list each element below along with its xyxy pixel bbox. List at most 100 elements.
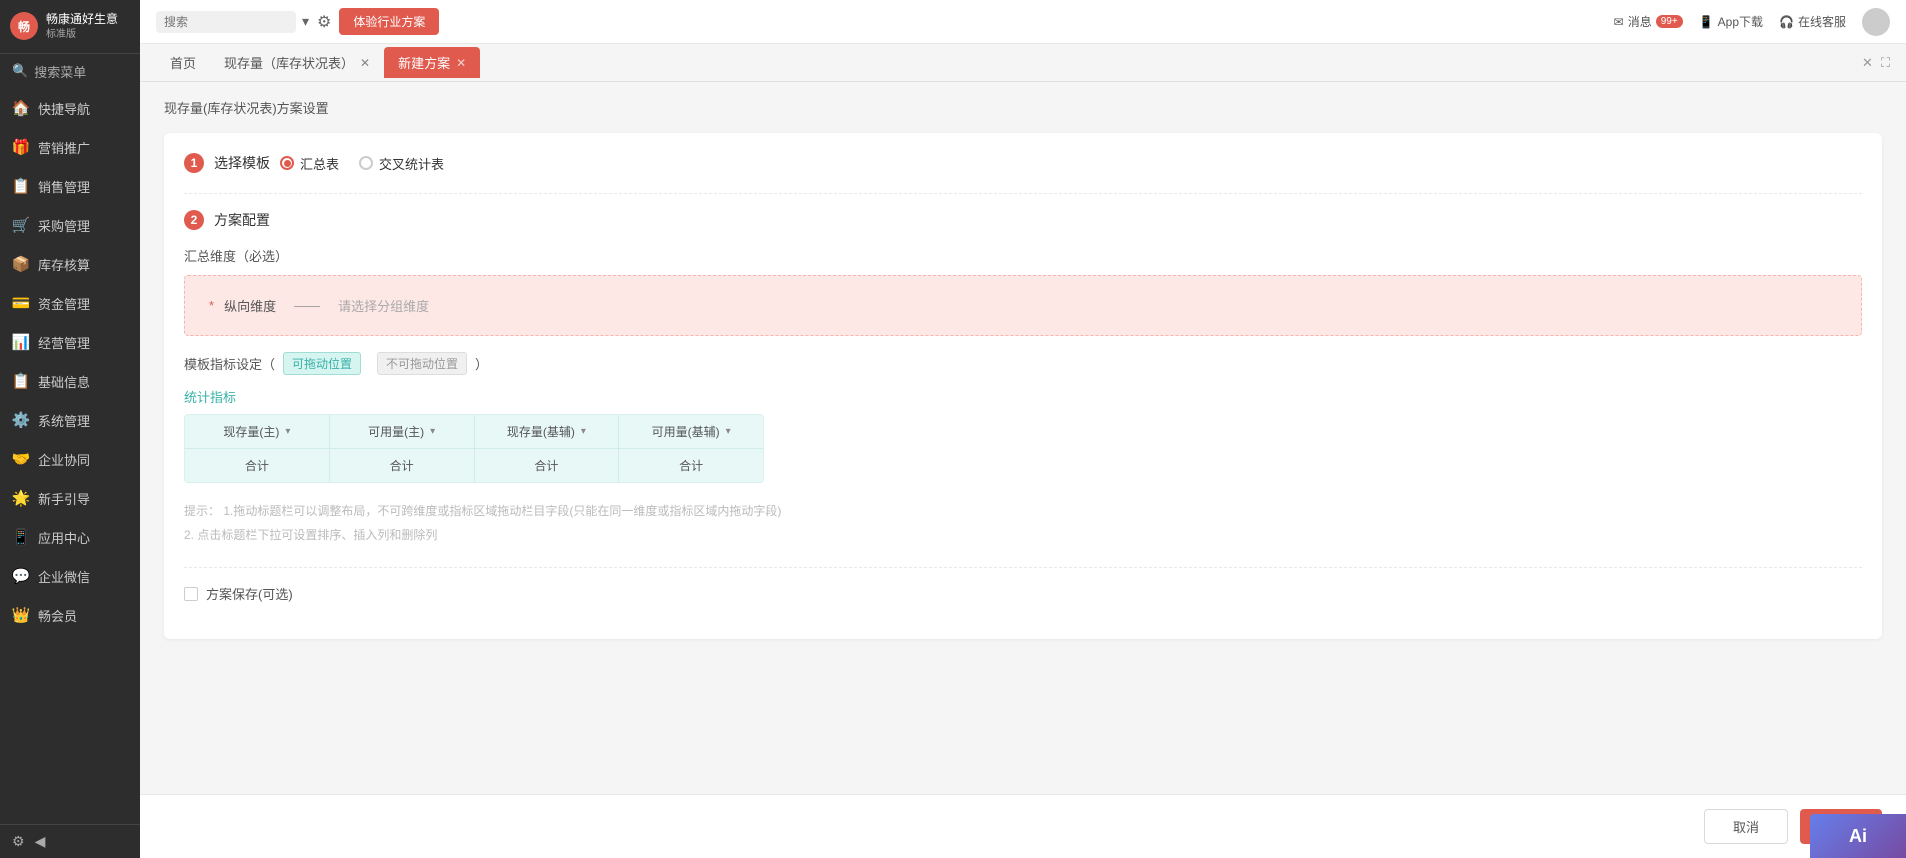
bottom-bar: 取消 查询 [140, 794, 1906, 858]
page-title: 现存量(库存状况表)方案设置 [164, 98, 1882, 117]
sales-icon: 📋 [12, 177, 30, 195]
window-close-btn[interactable]: ✕ [1862, 55, 1873, 71]
dimension-dash: —— [294, 298, 320, 313]
radio-cross-circle [359, 156, 373, 170]
hint-box: 提示： 1.拖动标题栏可以调整布局，不可跨维度或指标区域拖动栏目字段(只能在同一… [184, 499, 1862, 547]
cart-icon: 🛒 [12, 216, 30, 234]
topbar-search-input[interactable] [156, 11, 296, 33]
radio-summary[interactable]: 汇总表 [280, 154, 339, 173]
tab-new-scheme-close-btn[interactable]: ✕ [456, 56, 466, 70]
radio-summary-circle [280, 156, 294, 170]
dimension-placeholder: 请选择分组维度 [338, 296, 429, 315]
footer-settings-btn[interactable]: ⚙ [12, 833, 25, 850]
step2-header: 2 方案配置 [184, 210, 1862, 230]
sidebar-item-basic-info[interactable]: 📋 基础信息 [0, 362, 140, 401]
topbar-service-btn[interactable]: 🎧 在线客服 [1779, 13, 1846, 30]
content-area: 现存量(库存状况表)方案设置 1 选择模板 汇总表 交叉统计表 [140, 82, 1906, 794]
bottom-divider [184, 567, 1862, 568]
sidebar-item-quick-nav[interactable]: 🏠 快捷导航 [0, 89, 140, 128]
hint-title: 提示： 1.拖动标题栏可以调整布局，不可跨维度或指标区域拖动栏目字段(只能在同一… [184, 499, 1862, 523]
sidebar-item-purchase[interactable]: 🛒 采购管理 [0, 206, 140, 245]
summary-dimension-label: 汇总维度（必选） [184, 246, 1862, 265]
step2-badge: 2 [184, 210, 204, 230]
wechat-icon: 💬 [12, 567, 30, 585]
topbar-search-area: ▾ [156, 11, 309, 33]
box-icon: 📦 [12, 255, 30, 273]
app-logo-icon: 畅 [10, 12, 38, 40]
crown-icon: 👑 [12, 606, 30, 624]
indicator-settings-row: 模板指标设定（ 可拖动位置 不可拖动位置 ） [184, 352, 1862, 375]
sidebar: 畅 畅康通好生意 标准版 🔍 搜索菜单 🏠 快捷导航 🎁 营销推广 📋 销售管理… [0, 0, 140, 858]
tab-inventory-status[interactable]: 现存量（库存状况表） ✕ [210, 47, 384, 78]
not-draggable-tag: 不可拖动位置 [377, 352, 467, 375]
step1-badge: 1 [184, 153, 204, 173]
sidebar-item-marketing[interactable]: 🎁 营销推广 [0, 128, 140, 167]
topbar-user-btn[interactable] [1862, 8, 1890, 36]
required-star: * [209, 298, 214, 313]
cancel-button[interactable]: 取消 [1704, 809, 1788, 844]
stats-col-header-3[interactable]: 可用量(基辅) ▾ [619, 415, 763, 449]
search-menu-item[interactable]: 🔍 搜索菜单 [0, 54, 140, 89]
stats-col-header-2[interactable]: 现存量(基辅) ▾ [475, 415, 619, 449]
sidebar-item-app-center[interactable]: 📱 应用中心 [0, 518, 140, 557]
trial-industry-button[interactable]: 体验行业方案 [339, 8, 439, 35]
chevron-down-icon-2: ▾ [581, 426, 586, 437]
sidebar-item-finance[interactable]: 💳 资金管理 [0, 284, 140, 323]
stats-table: 现存量(主) ▾ 合计 可用量(主) ▾ 合计 [184, 414, 764, 483]
sidebar-nav: 🏠 快捷导航 🎁 营销推广 📋 销售管理 🛒 采购管理 📦 库存核算 💳 资金管… [0, 89, 140, 824]
hint-line-2: 2. 点击标题栏下拉可设置排序、插入列和删除列 [184, 523, 1862, 547]
tab-home[interactable]: 首页 [156, 47, 210, 78]
topbar-left: ▾ ⚙ 体验行业方案 [156, 8, 1602, 35]
save-option-checkbox[interactable] [184, 587, 198, 601]
stats-col-header-0[interactable]: 现存量(主) ▾ [185, 415, 329, 449]
step-divider [184, 193, 1862, 194]
step1-header: 1 选择模板 汇总表 交叉统计表 [184, 153, 1862, 173]
sidebar-logo: 畅 畅康通好生意 标准版 [0, 0, 140, 54]
footer-collapse-btn[interactable]: ◀ [35, 833, 46, 850]
sidebar-item-wechat[interactable]: 💬 企业微信 [0, 557, 140, 596]
stats-table-header: 现存量(主) ▾ 合计 可用量(主) ▾ 合计 [185, 415, 763, 482]
tab-inventory-close-btn[interactable]: ✕ [360, 56, 370, 70]
search-icon: 🔍 [12, 63, 28, 79]
message-icon: ✉ [1614, 15, 1624, 29]
topbar-message-btn[interactable]: ✉ 消息 99+ [1614, 13, 1683, 30]
ai-badge[interactable]: Ai [1810, 814, 1906, 858]
sidebar-item-system[interactable]: ⚙️ 系统管理 [0, 401, 140, 440]
stats-col-body-1: 合计 [330, 449, 474, 482]
chevron-down-icon-1: ▾ [430, 426, 435, 437]
tabbar: 首页 现存量（库存状况表） ✕ 新建方案 ✕ ✕ ⛶ [140, 44, 1906, 82]
stats-col-header-1[interactable]: 可用量(主) ▾ [330, 415, 474, 449]
chart-icon: 📊 [12, 333, 30, 351]
save-option-row: 方案保存(可选) [184, 584, 1862, 603]
topbar-app-download-btn[interactable]: 📱 App下载 [1699, 13, 1763, 30]
sidebar-item-new-guide[interactable]: 🌟 新手引导 [0, 479, 140, 518]
stats-col-body-3: 合计 [619, 449, 763, 482]
scheme-settings-card: 1 选择模板 汇总表 交叉统计表 [164, 133, 1882, 639]
gift-icon: 🎁 [12, 138, 30, 156]
user-avatar [1862, 8, 1890, 36]
step1-section: 1 选择模板 汇总表 交叉统计表 [184, 153, 1862, 173]
topbar-dropdown-btn[interactable]: ▾ [302, 13, 309, 30]
info-icon: 📋 [12, 372, 30, 390]
stats-col-body-0: 合计 [185, 449, 329, 482]
tab-new-scheme[interactable]: 新建方案 ✕ [384, 47, 480, 78]
sidebar-item-sales[interactable]: 📋 销售管理 [0, 167, 140, 206]
card-icon: 💳 [12, 294, 30, 312]
required-dimension-box[interactable]: * 纵向维度 —— 请选择分组维度 [184, 275, 1862, 336]
chevron-down-icon-3: ▾ [726, 426, 731, 437]
chevron-down-icon-0: ▾ [285, 426, 290, 437]
stats-section-label: 统计指标 [184, 387, 1862, 406]
sidebar-item-inventory[interactable]: 📦 库存核算 [0, 245, 140, 284]
tab-window-controls: ✕ ⛶ [1862, 55, 1890, 71]
window-expand-btn[interactable]: ⛶ [1881, 55, 1890, 71]
stats-col-3: 可用量(基辅) ▾ 合计 [619, 415, 763, 482]
radio-cross[interactable]: 交叉统计表 [359, 154, 444, 173]
sidebar-item-operations[interactable]: 📊 经营管理 [0, 323, 140, 362]
stats-col-0: 现存量(主) ▾ 合计 [185, 415, 330, 482]
stats-col-2: 现存量(基辅) ▾ 合计 [475, 415, 620, 482]
sidebar-item-enterprise[interactable]: 🤝 企业协同 [0, 440, 140, 479]
topbar-settings-icon[interactable]: ⚙ [317, 12, 331, 32]
topbar-right: ✉ 消息 99+ 📱 App下载 🎧 在线客服 [1614, 8, 1890, 36]
topbar: ▾ ⚙ 体验行业方案 ✉ 消息 99+ 📱 App下载 🎧 在线客服 [140, 0, 1906, 44]
sidebar-item-membership[interactable]: 👑 畅会员 [0, 596, 140, 635]
